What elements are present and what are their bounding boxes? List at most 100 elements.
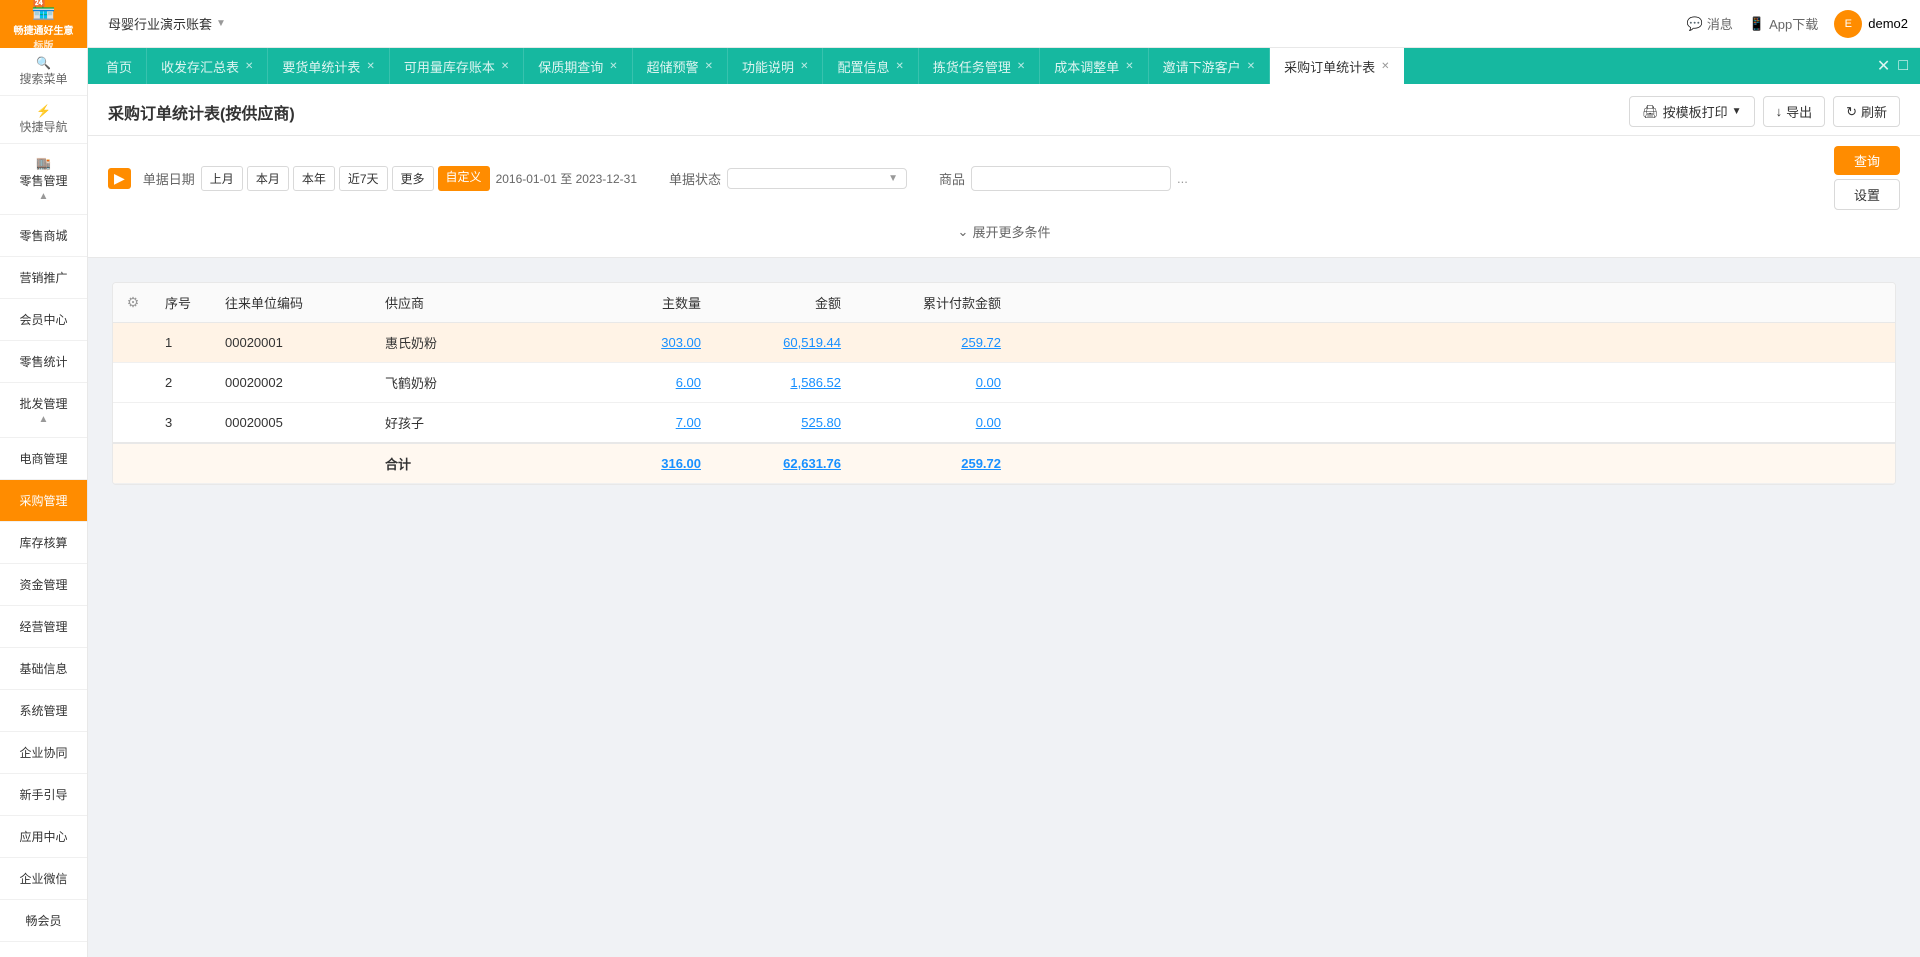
tab-home[interactable]: 首页 [92, 48, 147, 84]
date-btn-more[interactable]: 更多 [392, 166, 434, 191]
tab-close-icon[interactable]: ✕ [609, 61, 617, 72]
cell-amount[interactable]: 60,519.44 [713, 323, 853, 363]
tab-label: 邀请下游客户 [1163, 57, 1241, 76]
username: demo2 [1868, 16, 1908, 31]
tab-close-icon[interactable]: ✕ [800, 61, 808, 72]
sidebar-item-label: 快捷导航 [6, 118, 81, 135]
export-icon: ↓ [1776, 104, 1783, 119]
tab-close-icon[interactable]: ✕ [895, 61, 903, 72]
table-row: 3 00020005 好孩子 7.00 525.80 0.00 [113, 403, 1895, 444]
sidebar-item-marketing[interactable]: 营销推广 [0, 257, 87, 299]
tab-close-icon[interactable]: ✕ [1381, 61, 1389, 72]
page-title: 采购订单统计表(按供应商) [108, 100, 295, 124]
page-header: 采购订单统计表(按供应商) 🖨 按模板打印 ▼ ↓ 导出 ↻ 刷新 [88, 84, 1920, 136]
retail-icon: 🏬 [36, 156, 51, 170]
window-close-icon[interactable]: ✕ [1877, 56, 1890, 76]
sidebar-item-vip[interactable]: 畅会员 [0, 900, 87, 942]
sidebar-item-wechat[interactable]: 企业微信 [0, 858, 87, 900]
cell-qty[interactable]: 6.00 [593, 363, 713, 403]
sidebar-item-enterprise[interactable]: 企业协同 [0, 732, 87, 774]
window-maximize-icon[interactable]: □ [1898, 57, 1908, 75]
filter-bar: ▶ 单据日期 上月 本月 本年 近7天 更多 自定义 2016-01-01 至 … [88, 136, 1920, 258]
account-dropdown[interactable]: 母婴行业演示账套 ▼ [100, 10, 234, 37]
sidebar-item-operations[interactable]: 经营管理 [0, 606, 87, 648]
tab-cost-adjust[interactable]: 成本调整单 ✕ [1040, 48, 1148, 84]
tab-purchase-order-summary[interactable]: 采购订单统计表 ✕ [1270, 48, 1404, 84]
app-logo: 🏪 畅捷通好生意 标版 [0, 0, 87, 48]
app-download-button[interactable]: 📱 App下载 [1749, 14, 1818, 33]
status-select[interactable]: ▼ [727, 168, 907, 189]
goods-search-input[interactable] [980, 171, 1162, 186]
col-qty: 主数量 [593, 283, 713, 323]
sidebar-item-label: 企业微信 [19, 870, 67, 887]
goods-input[interactable] [971, 166, 1171, 191]
date-btn-this-year[interactable]: 本年 [293, 166, 335, 191]
window-controls: ✕ □ [1877, 56, 1916, 76]
tab-task-mgmt[interactable]: 拣货任务管理 ✕ [919, 48, 1040, 84]
tab-close-icon[interactable]: ✕ [1017, 61, 1025, 72]
logo-text: 畅捷通好生意 [14, 22, 74, 37]
goods-label: 商品 [939, 169, 965, 188]
tab-close-icon[interactable]: ✕ [1247, 61, 1255, 72]
expand-more-button[interactable]: ⌄ 展开更多条件 [958, 216, 1051, 247]
tab-purchase-summary[interactable]: 要货单统计表 ✕ [268, 48, 389, 84]
topbar: 母婴行业演示账套 ▼ 💬 消息 📱 App下载 E demo2 [88, 0, 1920, 48]
tab-close-icon[interactable]: ✕ [501, 61, 509, 72]
tab-function-desc[interactable]: 功能说明 ✕ [728, 48, 823, 84]
more-options-icon[interactable]: ... [1177, 171, 1188, 186]
sidebar-item-finance[interactable]: 资金管理 [0, 564, 87, 606]
sidebar-item-appcenter[interactable]: 应用中心 [0, 816, 87, 858]
col-paid: 累计付款金额 [853, 283, 1013, 323]
sidebar-item-wholesale[interactable]: 批发管理 ▲ [0, 383, 87, 438]
date-btn-this-month[interactable]: 本月 [247, 166, 289, 191]
refresh-button[interactable]: ↻ 刷新 [1833, 96, 1900, 127]
tab-config-info[interactable]: 配置信息 ✕ [823, 48, 918, 84]
footer-settings [113, 443, 153, 484]
collapse-icon[interactable]: ▶ [108, 168, 131, 189]
print-icon: 🖨 [1642, 104, 1659, 120]
settings-button[interactable]: 设置 [1834, 179, 1900, 210]
tab-close-icon[interactable]: ✕ [366, 61, 374, 72]
print-button[interactable]: 🖨 按模板打印 ▼ [1629, 96, 1754, 127]
cell-qty[interactable]: 303.00 [593, 323, 713, 363]
nav-tabs: 首页 收发存汇总表 ✕ 要货单统计表 ✕ 可用量库存账本 ✕ 保质期查询 ✕ 超… [88, 48, 1920, 84]
tab-overstock[interactable]: 超储预警 ✕ [633, 48, 728, 84]
tab-receive-summary[interactable]: 收发存汇总表 ✕ [147, 48, 268, 84]
cell-qty[interactable]: 7.00 [593, 403, 713, 444]
tab-close-icon[interactable]: ✕ [1125, 61, 1133, 72]
cell-amount[interactable]: 525.80 [713, 403, 853, 444]
filter-collapse[interactable]: ▶ [108, 168, 131, 189]
logo-sub: 标版 [34, 37, 54, 52]
sidebar-item-inventory[interactable]: 库存核算 [0, 522, 87, 564]
sidebar-item-quicknav[interactable]: ⚡ 快捷导航 [0, 96, 87, 144]
column-settings-icon[interactable]: ⚙ [127, 294, 140, 310]
sidebar-item-member[interactable]: 会员中心 [0, 299, 87, 341]
cell-paid[interactable]: 259.72 [853, 323, 1013, 363]
sidebar-item-retail-mall[interactable]: 零售商城 [0, 215, 87, 257]
sidebar-item-system[interactable]: 系统管理 [0, 690, 87, 732]
cell-amount[interactable]: 1,586.52 [713, 363, 853, 403]
tab-close-icon[interactable]: ✕ [705, 61, 713, 72]
user-menu[interactable]: E demo2 [1834, 10, 1908, 38]
sidebar-item-basic[interactable]: 基础信息 [0, 648, 87, 690]
cell-paid[interactable]: 0.00 [853, 363, 1013, 403]
tab-available-inventory[interactable]: 可用量库存账本 ✕ [390, 48, 524, 84]
sidebar-item-newguide[interactable]: 新手引导 [0, 774, 87, 816]
cell-paid[interactable]: 0.00 [853, 403, 1013, 444]
messages-button[interactable]: 💬 消息 [1687, 14, 1733, 33]
date-btn-last-month[interactable]: 上月 [201, 166, 243, 191]
sidebar-item-search[interactable]: 🔍 搜索菜单 [0, 48, 87, 96]
sidebar-item-ecommerce[interactable]: 电商管理 [0, 438, 87, 480]
sidebar-item-retail[interactable]: 🏬 零售管理 ▲ [0, 144, 87, 215]
cell-supplier: 好孩子 [373, 403, 593, 444]
sidebar-item-retail-stat[interactable]: 零售统计 [0, 341, 87, 383]
tab-label: 成本调整单 [1054, 57, 1119, 76]
tab-shelf-life[interactable]: 保质期查询 ✕ [524, 48, 632, 84]
tab-invite-downstream[interactable]: 邀请下游客户 ✕ [1149, 48, 1270, 84]
sidebar-item-purchase[interactable]: 采购管理 [0, 480, 87, 522]
export-button[interactable]: ↓ 导出 [1763, 96, 1826, 127]
search-button[interactable]: 查询 [1834, 146, 1900, 175]
sidebar-item-label: 搜索菜单 [6, 70, 81, 87]
tab-close-icon[interactable]: ✕ [245, 61, 253, 72]
date-btn-7days[interactable]: 近7天 [339, 166, 388, 191]
